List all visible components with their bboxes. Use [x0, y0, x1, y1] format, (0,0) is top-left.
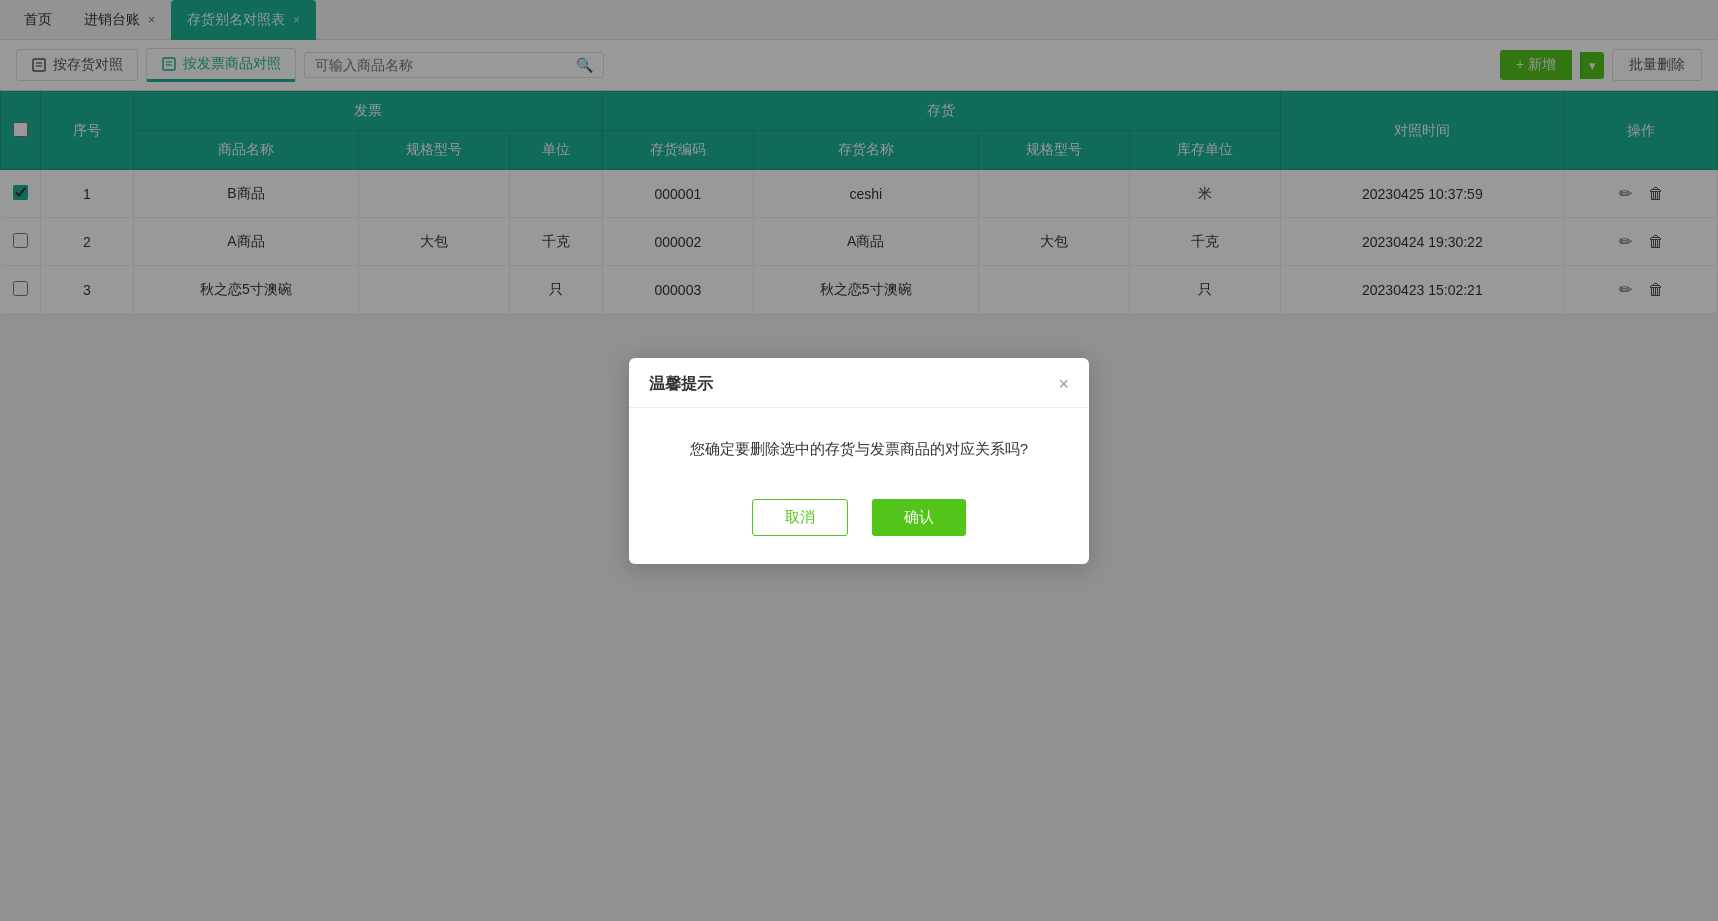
modal-overlay: 温馨提示 × 您确定要删除选中的存货与发票商品的对应关系吗? 取消 确认 — [0, 0, 1718, 314]
